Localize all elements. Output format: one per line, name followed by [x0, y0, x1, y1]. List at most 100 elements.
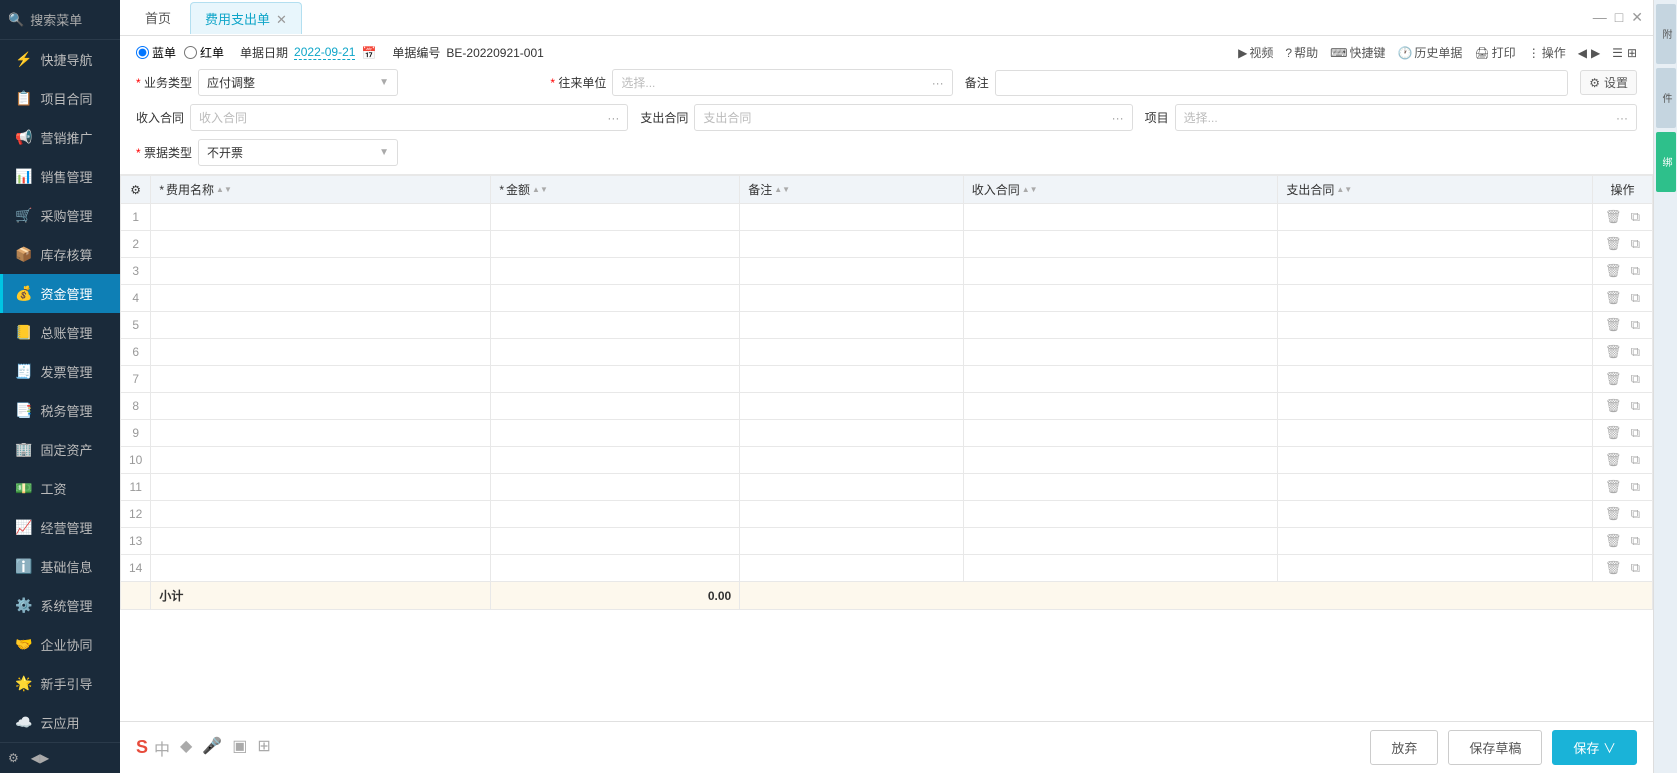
cell-amount-14[interactable] — [491, 555, 740, 582]
calendar-icon[interactable]: 📅 — [361, 46, 376, 60]
cell-expense-name-8[interactable] — [151, 393, 491, 420]
delete-row-5[interactable]: 🗑 — [1605, 317, 1622, 332]
cell-note-9[interactable] — [740, 420, 964, 447]
cell-income-contract-3[interactable] — [963, 258, 1278, 285]
window-minimize[interactable]: — — [1593, 9, 1607, 26]
cell-expense-contract-13[interactable] — [1278, 528, 1593, 555]
sidebar-item-tax-mgmt[interactable]: 📑税务管理 — [0, 391, 120, 430]
cell-income-contract-14[interactable] — [963, 555, 1278, 582]
sidebar-item-cloud-app[interactable]: ☁️云应用 — [0, 703, 120, 742]
cell-note-2[interactable] — [740, 231, 964, 258]
icon-diamond[interactable]: ◆ — [180, 736, 192, 760]
cell-expense-contract-1[interactable] — [1278, 204, 1593, 231]
sidebar-item-new-guide[interactable]: 🌟新手引导 — [0, 664, 120, 703]
cell-expense-name-2[interactable] — [151, 231, 491, 258]
cell-expense-contract-2[interactable] — [1278, 231, 1593, 258]
window-expand[interactable]: □ — [1615, 9, 1623, 26]
window-close[interactable]: ✕ — [1631, 9, 1643, 26]
cell-expense-name-5[interactable] — [151, 312, 491, 339]
copy-row-14[interactable]: ⧉ — [1631, 560, 1640, 575]
radio-blue-input[interactable] — [136, 46, 149, 59]
cell-note-11[interactable] — [740, 474, 964, 501]
cell-income-contract-8[interactable] — [963, 393, 1278, 420]
toolbar-view-list[interactable]: ☰ — [1612, 46, 1623, 60]
cell-amount-7[interactable] — [491, 366, 740, 393]
cell-expense-contract-4[interactable] — [1278, 285, 1593, 312]
copy-row-10[interactable]: ⧉ — [1631, 452, 1640, 467]
cell-expense-contract-11[interactable] — [1278, 474, 1593, 501]
cell-expense-name-13[interactable] — [151, 528, 491, 555]
cell-note-7[interactable] — [740, 366, 964, 393]
cell-amount-3[interactable] — [491, 258, 740, 285]
counterpart-select[interactable]: 选择... ··· — [612, 69, 952, 96]
cell-expense-contract-5[interactable] — [1278, 312, 1593, 339]
copy-row-7[interactable]: ⧉ — [1631, 371, 1640, 386]
delete-row-12[interactable]: 🗑 — [1605, 506, 1622, 521]
sidebar-item-capital-mgmt[interactable]: 💰资金管理 — [0, 274, 120, 313]
copy-row-3[interactable]: ⧉ — [1631, 263, 1640, 278]
toolbar-nav-right[interactable]: ▶ — [1591, 46, 1600, 60]
delete-row-6[interactable]: 🗑 — [1605, 344, 1622, 359]
toolbar-nav-left[interactable]: ◀ — [1578, 46, 1587, 60]
invoice-type-select[interactable]: 不开票 ▼ — [198, 139, 398, 166]
cell-amount-5[interactable] — [491, 312, 740, 339]
right-tab-1[interactable]: 附 — [1656, 4, 1676, 64]
save-draft-button[interactable]: 保存草稿 — [1448, 730, 1542, 765]
col-gear[interactable]: ⚙ — [121, 176, 151, 204]
delete-row-3[interactable]: 🗑 — [1605, 263, 1622, 278]
delete-row-8[interactable]: 🗑 — [1605, 398, 1622, 413]
right-tab-2[interactable]: 件 — [1656, 68, 1676, 128]
cell-income-contract-1[interactable] — [963, 204, 1278, 231]
cell-amount-9[interactable] — [491, 420, 740, 447]
setting-button[interactable]: ⚙ 设置 — [1580, 70, 1637, 95]
expense-contract-select[interactable]: 支出合同 ··· — [694, 104, 1132, 131]
settings-icon[interactable]: ⚙ — [8, 751, 19, 765]
sidebar-item-operations[interactable]: 📈经营管理 — [0, 508, 120, 547]
delete-row-4[interactable]: 🗑 — [1605, 290, 1622, 305]
copy-row-6[interactable]: ⧉ — [1631, 344, 1640, 359]
radio-blue[interactable]: 蓝单 — [136, 44, 176, 61]
cell-expense-contract-6[interactable] — [1278, 339, 1593, 366]
delete-row-9[interactable]: 🗑 — [1605, 425, 1622, 440]
tab-home[interactable]: 首页 — [130, 1, 186, 34]
cell-expense-name-12[interactable] — [151, 501, 491, 528]
cell-income-contract-6[interactable] — [963, 339, 1278, 366]
radio-red-input[interactable] — [184, 46, 197, 59]
toolbar-history[interactable]: 🕐 历史单据 — [1397, 44, 1462, 61]
cell-amount-6[interactable] — [491, 339, 740, 366]
cell-expense-name-14[interactable] — [151, 555, 491, 582]
sidebar-search[interactable]: 🔍 搜索菜单 — [0, 0, 120, 40]
cell-amount-11[interactable] — [491, 474, 740, 501]
delete-row-11[interactable]: 🗑 — [1605, 479, 1622, 494]
save-button[interactable]: 保存 ∨ — [1552, 730, 1637, 765]
copy-row-12[interactable]: ⧉ — [1631, 506, 1640, 521]
sidebar-item-purchase-mgmt[interactable]: 🛒采购管理 — [0, 196, 120, 235]
sidebar-item-quick-nav[interactable]: ⚡快捷导航 — [0, 40, 120, 79]
cell-expense-name-6[interactable] — [151, 339, 491, 366]
delete-row-2[interactable]: 🗑 — [1605, 236, 1622, 251]
note-input[interactable] — [995, 70, 1569, 96]
tab-close-expense-voucher[interactable]: ✕ — [276, 12, 287, 27]
project-select[interactable]: 选择... ··· — [1175, 104, 1637, 131]
cell-note-10[interactable] — [740, 447, 964, 474]
sidebar-item-basic-info[interactable]: ℹ️基础信息 — [0, 547, 120, 586]
cell-expense-contract-12[interactable] — [1278, 501, 1593, 528]
cell-expense-contract-3[interactable] — [1278, 258, 1593, 285]
radio-red[interactable]: 红单 — [184, 44, 224, 61]
cell-note-3[interactable] — [740, 258, 964, 285]
delete-row-1[interactable]: 🗑 — [1605, 209, 1622, 224]
copy-row-5[interactable]: ⧉ — [1631, 317, 1640, 332]
cell-expense-contract-7[interactable] — [1278, 366, 1593, 393]
tab-expense-voucher[interactable]: 费用支出单✕ — [190, 2, 302, 34]
cell-amount-2[interactable] — [491, 231, 740, 258]
sidebar-item-fixed-assets[interactable]: 🏢固定资产 — [0, 430, 120, 469]
cell-amount-8[interactable] — [491, 393, 740, 420]
cell-amount-4[interactable] — [491, 285, 740, 312]
sidebar-item-sales-mgmt[interactable]: 📊销售管理 — [0, 157, 120, 196]
sidebar-item-invoice-mgmt[interactable]: 🧾发票管理 — [0, 352, 120, 391]
income-contract-select[interactable]: 收入合同 ··· — [190, 104, 628, 131]
cell-amount-13[interactable] — [491, 528, 740, 555]
cell-income-contract-12[interactable] — [963, 501, 1278, 528]
cell-income-contract-2[interactable] — [963, 231, 1278, 258]
delete-row-14[interactable]: 🗑 — [1605, 560, 1622, 575]
